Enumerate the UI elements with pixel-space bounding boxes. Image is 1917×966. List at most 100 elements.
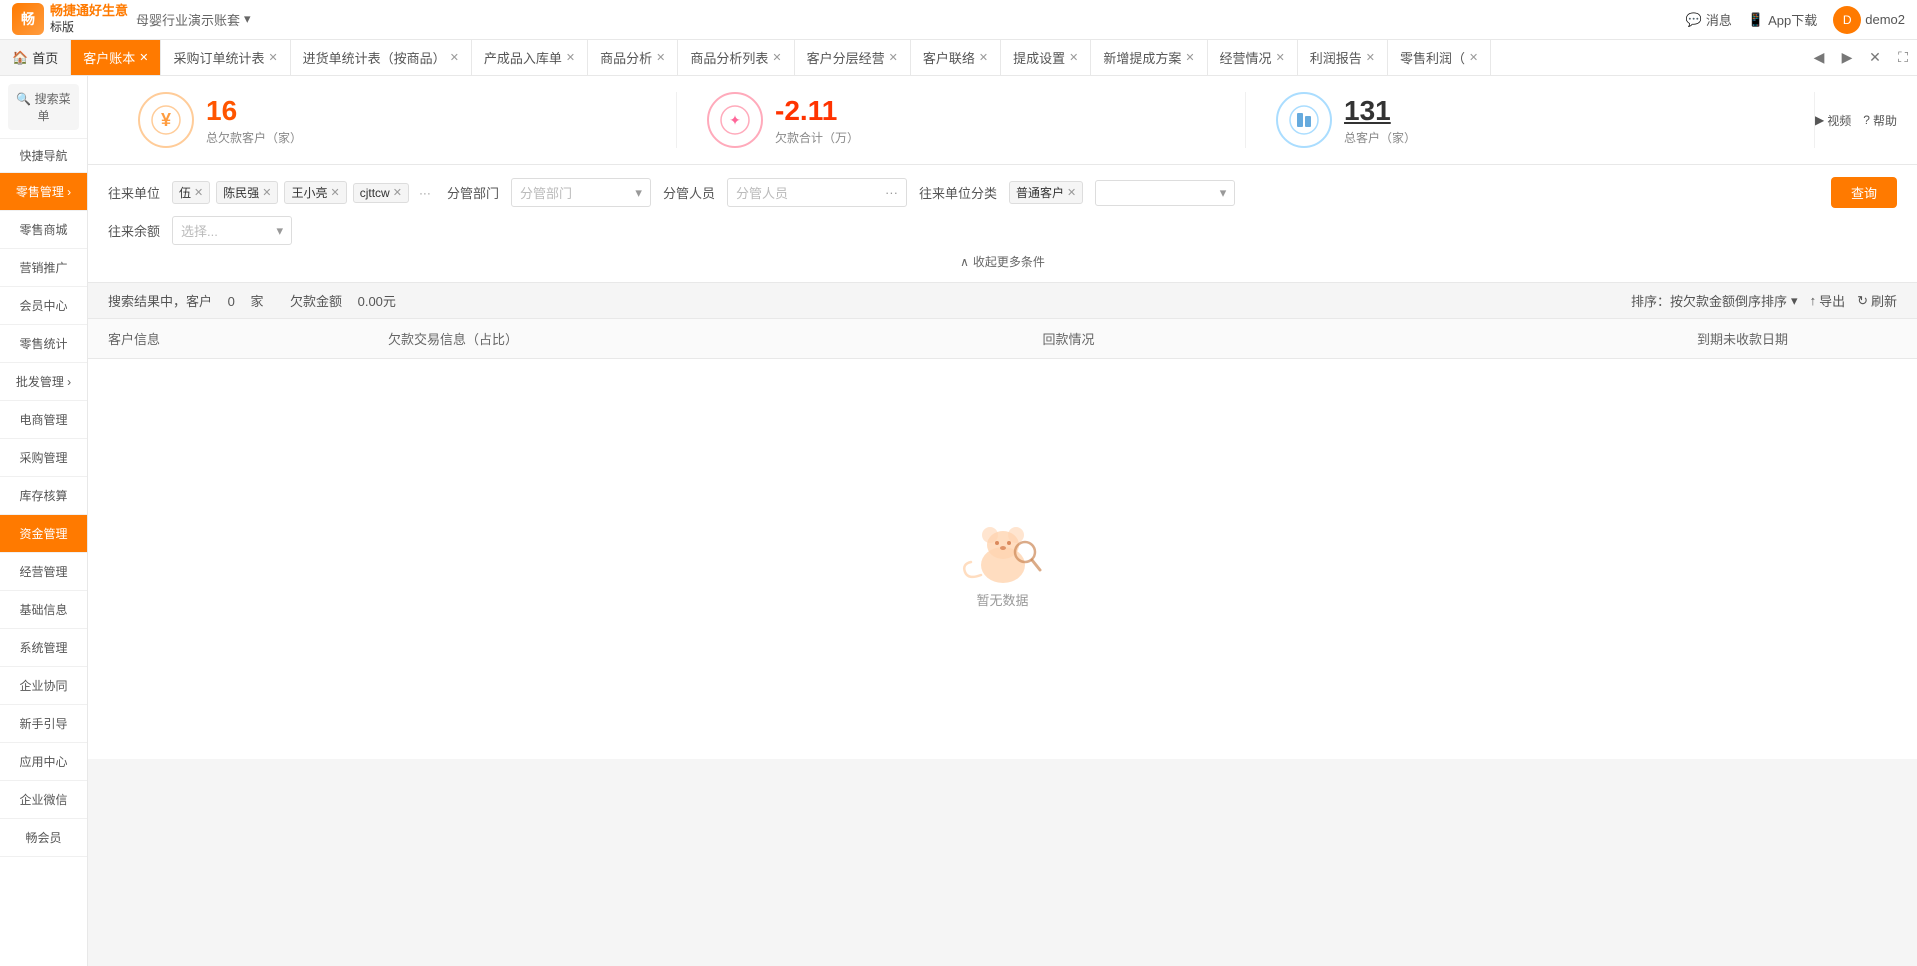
tab-new-raise[interactable]: 新增提成方案 ✕ xyxy=(1091,40,1207,76)
close-tab-purchase-order[interactable]: ✕ xyxy=(268,51,277,64)
balance-filter-label: 往来余额 xyxy=(108,221,160,240)
tab-customer-segment[interactable]: 客户分层经营 ✕ xyxy=(795,40,911,76)
play-icon: ▶ xyxy=(1815,113,1824,127)
unit-filter-tags: 伍 ✕ 陈民强 ✕ 王小亮 ✕ cjttcw ✕ ··· xyxy=(172,181,435,204)
export-btn[interactable]: ↑ 导出 xyxy=(1810,291,1846,310)
video-btn[interactable]: ▶ 视频 xyxy=(1815,112,1851,129)
close-tab-product-analysis[interactable]: ✕ xyxy=(656,51,665,64)
remove-tag-chen[interactable]: ✕ xyxy=(262,186,271,199)
nav-prev-btn[interactable]: ◀ xyxy=(1805,44,1833,72)
tab-raise-settings[interactable]: 提成设置 ✕ xyxy=(1001,40,1091,76)
sidebar-item-marketing[interactable]: 营销推广 xyxy=(0,249,87,287)
tab-home[interactable]: 🏠 首页 xyxy=(0,40,71,76)
stat-label-clients: 总客户（家） xyxy=(1344,129,1416,146)
sidebar-item-new-guide[interactable]: 新手引导 xyxy=(0,705,87,743)
sidebar-item-app-center[interactable]: 应用中心 xyxy=(0,743,87,781)
dept-filter-select[interactable]: 分管部门 ▾ xyxy=(511,178,651,207)
balance-filter-select[interactable]: 选择... ▾ xyxy=(172,216,292,245)
avatar: D xyxy=(1833,6,1861,34)
result-actions: 排序：按欠款金额倒序排序 ▾ ↑ 导出 ↻ 刷新 xyxy=(1631,291,1897,310)
close-tab-customer-segment[interactable]: ✕ xyxy=(889,51,898,64)
nav-next-btn[interactable]: ▶ xyxy=(1833,44,1861,72)
close-tab-customer-contact[interactable]: ✕ xyxy=(979,51,988,64)
close-tab-profit-report[interactable]: ✕ xyxy=(1366,51,1375,64)
help-btn[interactable]: ? 帮助 xyxy=(1863,112,1897,129)
sidebar-item-purchase-mgmt[interactable]: 采购管理 xyxy=(0,439,87,477)
tab-retail-profit[interactable]: 零售利润（ ✕ xyxy=(1388,40,1491,76)
empty-text: 暂无数据 xyxy=(976,590,1028,609)
company-selector[interactable]: 母婴行业演示账套 ▾ xyxy=(136,10,251,29)
filter-more-btn[interactable]: ··· xyxy=(415,184,435,202)
sidebar-item-retail-mall[interactable]: 零售商城 xyxy=(0,211,87,249)
tab-customer-contact[interactable]: 客户联络 ✕ xyxy=(911,40,1001,76)
tab-product-analysis[interactable]: 商品分析 ✕ xyxy=(588,40,678,76)
tab-cost-inbound[interactable]: 产成品入库单 ✕ xyxy=(472,40,588,76)
svg-text:✦: ✦ xyxy=(729,112,741,128)
sidebar-item-ecommerce-mgmt[interactable]: 电商管理 xyxy=(0,401,87,439)
tab-customer-ledger[interactable]: 客户账本 ✕ xyxy=(71,40,161,76)
sort-select[interactable]: 排序：按欠款金额倒序排序 ▾ xyxy=(1631,291,1798,310)
unit-category-select[interactable]: ▾ xyxy=(1095,180,1235,206)
close-tab-inbound-stats[interactable]: ✕ xyxy=(450,51,459,64)
filter-row-2: 往来余额 选择... ▾ xyxy=(108,216,1897,245)
nav-close-all-btn[interactable]: ✕ xyxy=(1861,44,1889,72)
remove-tag-cjttcw[interactable]: ✕ xyxy=(393,186,402,199)
stats-bar: ¥ 16 总欠款客户（家） ✦ -2.11 欠款合计（ xyxy=(88,76,1917,165)
sidebar-item-enterprise-wechat[interactable]: 企业微信 xyxy=(0,781,87,819)
message-btn[interactable]: 💬 消息 xyxy=(1686,10,1732,29)
stat-icon-customers: ¥ xyxy=(138,92,194,148)
chevron-down-dept: ▾ xyxy=(635,185,642,201)
help-icon: ? xyxy=(1863,113,1870,127)
unit-tag-chen: 陈民强 ✕ xyxy=(216,181,278,204)
query-btn[interactable]: 查询 xyxy=(1831,177,1897,208)
stat-icon-arrears: ✦ xyxy=(707,92,763,148)
chevron-down-person: ··· xyxy=(885,185,898,200)
sidebar-item-member[interactable]: 畅会员 xyxy=(0,819,87,857)
remove-category-tag-normal[interactable]: ✕ xyxy=(1067,186,1076,199)
person-filter-select[interactable]: 分管人员 ··· xyxy=(727,178,907,207)
sidebar-item-finance-mgmt[interactable]: 资金管理 xyxy=(0,515,87,553)
tab-inbound-stats[interactable]: 进货单统计表（按商品） ✕ xyxy=(291,40,472,76)
sidebar-item-enterprise-coop[interactable]: 企业协同 xyxy=(0,667,87,705)
tab-profit-report[interactable]: 利润报告 ✕ xyxy=(1298,40,1388,76)
remove-tag-wu[interactable]: ✕ xyxy=(194,186,203,199)
app-icon: 📱 xyxy=(1748,12,1764,28)
col-arrears-info: 欠款交易信息（占比） xyxy=(388,329,1043,348)
sidebar-item-retail-stats[interactable]: 零售统计 xyxy=(0,325,87,363)
export-icon: ↑ xyxy=(1810,293,1817,308)
close-tab-customer-ledger[interactable]: ✕ xyxy=(139,51,148,64)
close-tab-cost-inbound[interactable]: ✕ xyxy=(566,51,575,64)
user-avatar-btn[interactable]: D demo2 xyxy=(1833,6,1905,34)
close-tab-operations[interactable]: ✕ xyxy=(1276,51,1285,64)
tab-operations[interactable]: 经营情况 ✕ xyxy=(1208,40,1298,76)
close-tab-product-analysis-list[interactable]: ✕ xyxy=(772,51,781,64)
remove-tag-wang[interactable]: ✕ xyxy=(331,186,340,199)
tab-product-analysis-list[interactable]: 商品分析列表 ✕ xyxy=(678,40,794,76)
sidebar-item-operations-mgmt[interactable]: 经营管理 xyxy=(0,553,87,591)
nav-fullscreen-btn[interactable]: ⛶ xyxy=(1889,44,1917,72)
sidebar-item-inventory[interactable]: 库存核算 xyxy=(0,477,87,515)
tab-purchase-order[interactable]: 采购订单统计表 ✕ xyxy=(161,40,290,76)
search-menu-btn[interactable]: 🔍 搜索菜单 xyxy=(8,84,79,130)
sidebar-item-wholesale-mgmt[interactable]: 批发管理 › xyxy=(0,363,87,401)
close-tab-new-raise[interactable]: ✕ xyxy=(1185,51,1194,64)
table-container: 客户信息 欠款交易信息（占比） 回款情况 到期未收款日期 xyxy=(88,319,1917,759)
refresh-btn[interactable]: ↻ 刷新 xyxy=(1857,291,1897,310)
close-tab-retail-profit[interactable]: ✕ xyxy=(1469,51,1478,64)
table-body: 暂无数据 xyxy=(88,359,1917,759)
nav-tabs: 🏠 首页 客户账本 ✕ 采购订单统计表 ✕ 进货单统计表（按商品） ✕ 产成品入… xyxy=(0,40,1917,76)
stat-total-clients: 131 总客户（家） xyxy=(1246,92,1815,148)
quick-nav-btn[interactable]: 快捷导航 xyxy=(0,139,87,173)
stat-value-customers: 16 xyxy=(206,95,302,127)
sidebar-item-basic-info[interactable]: 基础信息 xyxy=(0,591,87,629)
stat-info-customers: 16 总欠款客户（家） xyxy=(206,95,302,146)
collapse-btn[interactable]: ∧ 收起更多条件 xyxy=(960,253,1045,270)
main-content: ¥ 16 总欠款客户（家） ✦ -2.11 欠款合计（ xyxy=(88,76,1917,966)
app-download-btn[interactable]: 📱 App下载 xyxy=(1748,10,1817,29)
sidebar-item-system-mgmt[interactable]: 系统管理 xyxy=(0,629,87,667)
filter-bar: 往来单位 伍 ✕ 陈民强 ✕ 王小亮 ✕ cjttcw xyxy=(88,165,1917,283)
close-tab-raise-settings[interactable]: ✕ xyxy=(1069,51,1078,64)
sidebar-item-member-center[interactable]: 会员中心 xyxy=(0,287,87,325)
layout: 🔍 搜索菜单 快捷导航 零售管理 › 零售商城 营销推广 会员中心 零售统计 批… xyxy=(0,76,1917,966)
sidebar-item-retail-mgmt[interactable]: 零售管理 › xyxy=(0,173,87,211)
